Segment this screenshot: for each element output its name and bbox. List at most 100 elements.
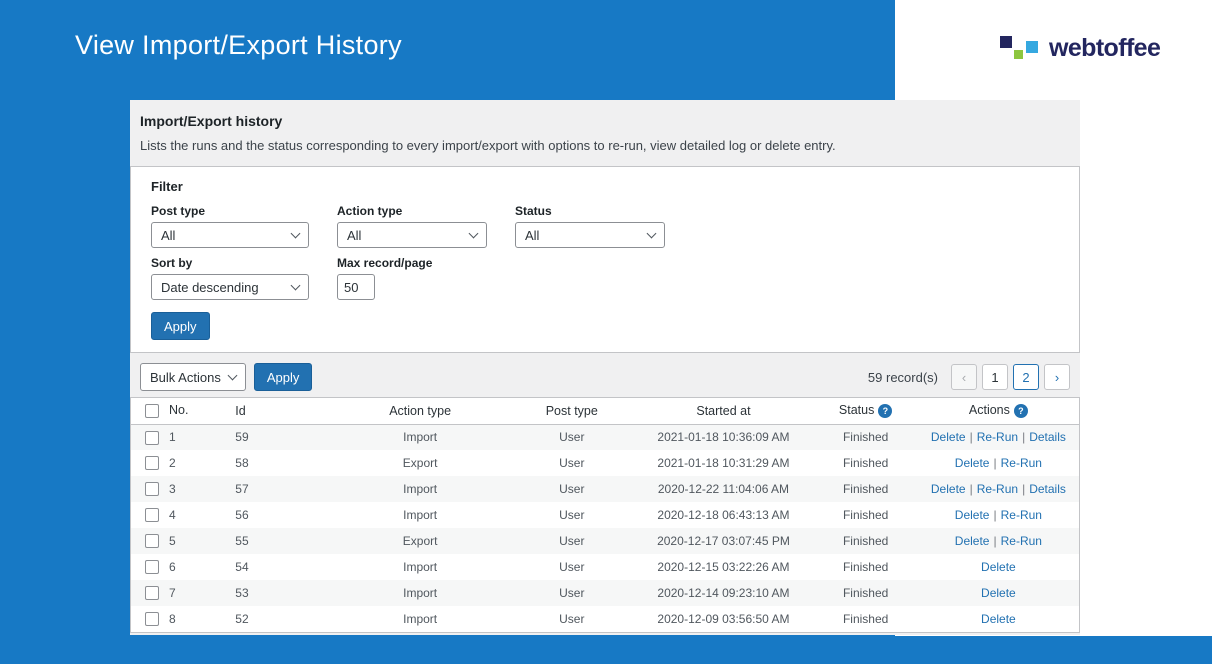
cell-no: 7 <box>131 580 236 606</box>
filter-field-post-type: Post type All <box>151 204 309 248</box>
row-number: 3 <box>169 481 176 496</box>
logo-square-blue-icon <box>1026 41 1038 53</box>
column-header-action-type: Action type <box>330 398 511 425</box>
cell-no: 4 <box>131 502 235 528</box>
sort-by-select[interactable]: Date descending <box>151 274 309 300</box>
cell-post-type: User <box>510 476 634 502</box>
row-checkbox[interactable] <box>145 456 159 471</box>
filter-apply-button[interactable]: Apply <box>151 312 210 340</box>
cell-post-type: User <box>559 612 585 626</box>
status-select[interactable]: All <box>515 222 665 248</box>
action-re-run-link[interactable]: Re-Run <box>977 482 1018 496</box>
cell-action-type: Import <box>330 476 511 502</box>
import-export-history-panel: Import/Export history Lists the runs and… <box>130 100 1080 635</box>
select-all-checkbox[interactable] <box>145 404 159 419</box>
filter-field-sort-by: Sort by Date descending <box>151 256 309 300</box>
cell-action-type: Export <box>402 456 438 470</box>
cell-status: Finished <box>813 580 918 606</box>
action-re-run-link[interactable]: Re-Run <box>1001 508 1042 522</box>
cell-action-type: Import <box>403 560 438 574</box>
action-re-run-link[interactable]: Re-Run <box>1001 534 1042 548</box>
column-header-post-type: Post type <box>510 398 634 425</box>
cell-started-at: 2021-01-18 10:31:29 AM <box>657 456 790 470</box>
cell-action-type: Import <box>330 424 511 450</box>
row-checkbox[interactable] <box>145 430 159 445</box>
page-title: View Import/Export History <box>75 30 402 60</box>
bulk-actions-select-value: Bulk Actions <box>150 369 221 385</box>
row-checkbox[interactable] <box>145 560 159 575</box>
webtoffee-logo: webtoffee <box>1000 33 1161 63</box>
history-table: No. Id Action type Post type Started at … <box>131 398 1079 632</box>
action-delete-link[interactable]: Delete <box>931 430 966 444</box>
cell-post-type: User <box>510 528 634 554</box>
chevron-down-icon <box>646 228 657 238</box>
action-re-run-link[interactable]: Re-Run <box>977 430 1018 444</box>
row-checkbox[interactable] <box>145 534 159 549</box>
action-details-link[interactable]: Details <box>1029 482 1066 496</box>
row-number: 8 <box>169 611 176 626</box>
action-re-run-link[interactable]: Re-Run <box>1001 456 1042 470</box>
status-help-icon[interactable]: ? <box>878 404 893 419</box>
table-toolbar: Bulk Actions Apply 59 record(s) ‹ 1 2 › <box>140 363 1070 391</box>
pagination-page-1: 1 <box>982 364 1008 390</box>
action-delete-link[interactable]: Delete <box>955 534 990 548</box>
cell-status: Finished <box>842 456 889 470</box>
history-table-container: No. Id Action type Post type Started at … <box>130 397 1080 633</box>
cell-id: 57 <box>235 476 331 502</box>
filter-field-status: Status All <box>515 204 665 248</box>
action-delete-link[interactable]: Delete <box>981 586 1016 600</box>
action-delete-link[interactable]: Delete <box>981 612 1016 626</box>
row-number: 2 <box>169 455 176 470</box>
action-details-link[interactable]: Details <box>1029 430 1066 444</box>
action-separator: | <box>993 508 997 522</box>
cell-no: 1 <box>131 424 236 450</box>
cell-status: Finished <box>813 424 918 450</box>
row-number: 6 <box>169 559 176 574</box>
action-type-select[interactable]: All <box>337 222 487 248</box>
table-row: 5 55 Export User 2020-12-17 03:07:45 PM Finis… <box>131 528 1079 554</box>
post-type-select[interactable]: All <box>151 222 309 248</box>
column-header-actions: Actions? <box>917 398 1079 425</box>
bulk-actions-select[interactable]: Bulk Actions <box>140 363 246 391</box>
action-delete-link[interactable]: Delete <box>955 508 990 522</box>
action-separator: | <box>1022 482 1026 496</box>
bulk-apply-button[interactable]: Apply <box>253 363 313 391</box>
cell-no: 5 <box>131 528 236 554</box>
filter-field-max-record: Max record/page <box>337 256 432 300</box>
row-checkbox[interactable] <box>145 612 159 627</box>
webtoffee-logo-mark-icon <box>1000 33 1040 63</box>
cell-actions: Delete <box>918 554 1079 580</box>
pagination: 59 record(s) ‹ 1 2 › <box>868 364 1070 390</box>
sort-by-label: Sort by <box>151 256 193 270</box>
action-separator: | <box>993 534 997 548</box>
cell-actions: Delete <box>918 606 1079 632</box>
pagination-page-2[interactable]: 2 <box>1013 364 1039 390</box>
header-row: No. Id Action type Post type Started at … <box>131 398 1079 425</box>
status-select-value: All <box>525 227 540 243</box>
actions-help-icon[interactable]: ? <box>1013 404 1028 419</box>
filter-row-1: Post type All Action type All Status All <box>151 204 1059 248</box>
max-record-input[interactable] <box>337 274 375 300</box>
cell-status: Finished <box>842 508 889 522</box>
action-separator: | <box>969 482 973 496</box>
action-delete-link[interactable]: Delete <box>981 560 1016 574</box>
action-delete-link[interactable]: Delete <box>955 456 990 470</box>
cell-started-at: 2020-12-22 11:04:06 AM <box>633 476 814 502</box>
history-table-body: 1 59 Import User 2021-01-18 10:36:09 AM Finis… <box>131 424 1079 632</box>
cell-post-type: User <box>510 580 634 606</box>
cell-id: 52 <box>235 612 249 626</box>
action-delete-link[interactable]: Delete <box>931 482 966 496</box>
cell-post-type: User <box>510 424 634 450</box>
action-type-select-value: All <box>347 227 362 243</box>
cell-id: 59 <box>235 424 331 450</box>
pagination-next-button[interactable]: › <box>1044 364 1070 390</box>
filter-field-action-type: Action type All <box>337 204 487 248</box>
cell-actions: Delete | Re-Run <box>918 502 1079 528</box>
row-checkbox[interactable] <box>145 508 159 523</box>
cell-post-type: User <box>559 456 585 470</box>
row-checkbox[interactable] <box>145 586 159 601</box>
row-checkbox[interactable] <box>145 482 159 497</box>
cell-no: 3 <box>131 476 236 502</box>
table-row: 1 59 Import User 2021-01-18 10:36:09 AM Finis… <box>131 424 1079 450</box>
row-number: 1 <box>169 429 176 444</box>
